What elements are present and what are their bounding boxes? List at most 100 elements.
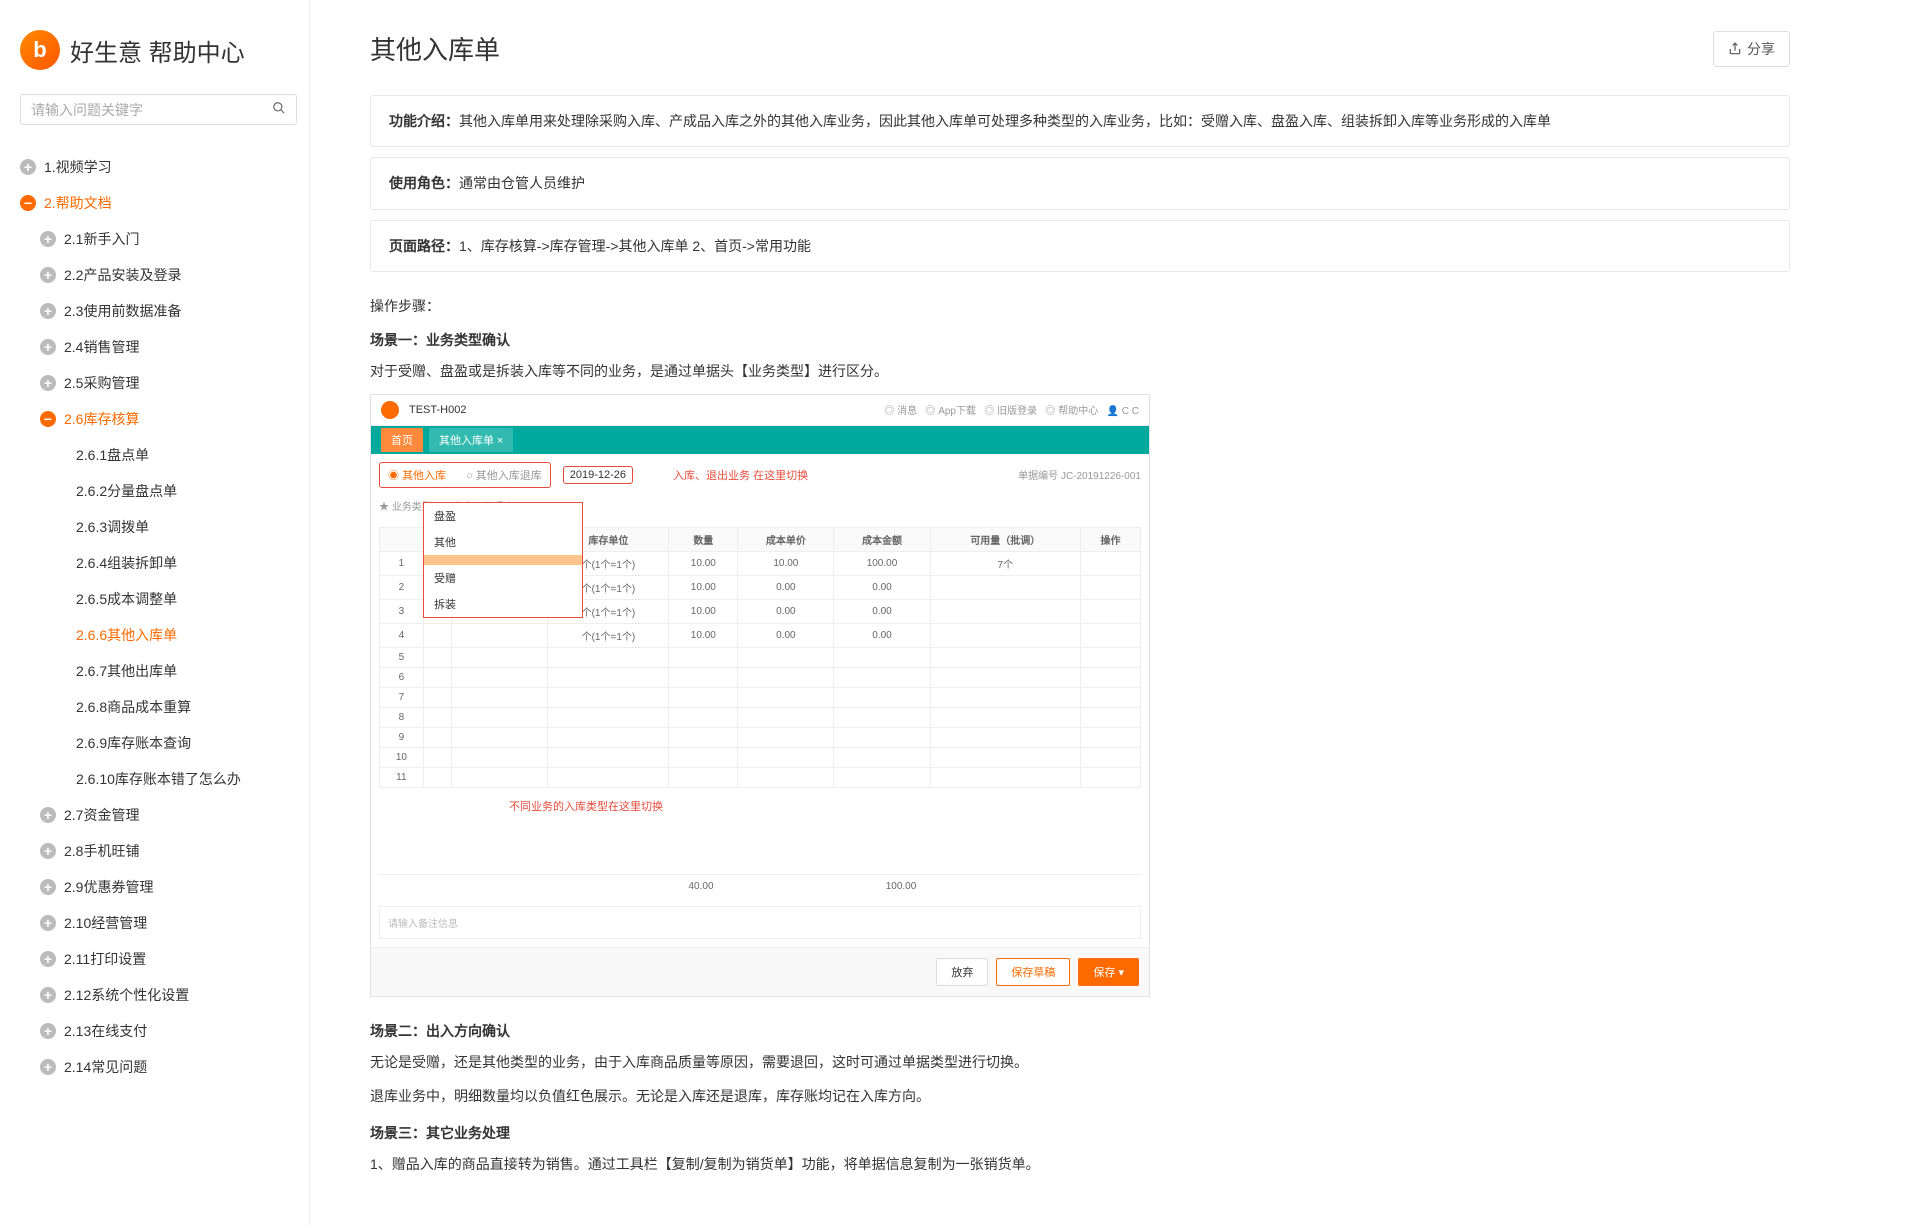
search-box[interactable]: [20, 94, 297, 125]
nav-item-label: 2.6.9库存账本查询: [76, 733, 191, 753]
nav-item-label: 2.6.5成本调整单: [76, 589, 177, 609]
nav-item-label: 2.6.6其他入库单: [76, 625, 177, 645]
nav-item-label: 2.6.7其他出库单: [76, 661, 177, 681]
scenario2-title: 场景二：出入方向确认: [370, 1021, 1790, 1041]
sp-tab-doc: 其他入库单 ×: [429, 428, 513, 452]
nav-item-label: 2.5采购管理: [64, 373, 139, 393]
scenario3-p1: 1、赠品入库的商品直接转为销售。通过工具栏【复制/复制为销货单】功能，将单据信息…: [370, 1153, 1790, 1177]
nav-item-label: 2.6.8商品成本重算: [76, 697, 191, 717]
sp-cancel-button: 放弃: [936, 958, 988, 986]
nav-item-label: 2.6.3调拨单: [76, 517, 149, 537]
scenario2-p1: 无论是受赠，还是其他类型的业务，由于入库商品质量等原因，需要退回，这时可通过单据…: [370, 1051, 1790, 1075]
sp-account: TEST-H002: [409, 404, 466, 416]
nav-item[interactable]: −2.6库存核算: [20, 401, 297, 437]
sp-remark: 请输入备注信息: [379, 906, 1141, 939]
nav-item[interactable]: +2.10经营管理: [20, 905, 297, 941]
nav-item-label: 2.6.2分量盘点单: [76, 481, 177, 501]
expand-icon: +: [20, 159, 36, 175]
nav-item[interactable]: +2.13在线支付: [20, 1013, 297, 1049]
nav-item[interactable]: +2.14常见问题: [20, 1049, 297, 1085]
search-icon[interactable]: [272, 101, 286, 118]
sp-logo-icon: [381, 401, 399, 419]
nav-item[interactable]: +2.1新手入门: [20, 221, 297, 257]
sidebar: b 好生意 帮助中心 +1.视频学习−2.帮助文档+2.1新手入门+2.2产品安…: [0, 0, 310, 1226]
nav-item[interactable]: +1.视频学习: [20, 149, 297, 185]
embedded-screenshot: TEST-H002 ◎ 消息 ◎ App下载 ◎ 旧版登录 ◎ 帮助中心 👤 C…: [370, 394, 1150, 997]
sp-tab-home: 首页: [381, 428, 423, 452]
nav-item-label: 2.9优惠券管理: [64, 877, 153, 897]
scenario3-title: 场景三：其它业务处理: [370, 1123, 1790, 1143]
nav-item-label: 2.12系统个性化设置: [64, 985, 189, 1005]
expand-icon: +: [40, 879, 56, 895]
expand-icon: +: [40, 807, 56, 823]
expand-icon: +: [40, 375, 56, 391]
nav-item[interactable]: +2.2产品安装及登录: [20, 257, 297, 293]
nav-item[interactable]: 2.6.4组装拆卸单: [20, 545, 297, 581]
scenario1-title: 场景一：业务类型确认: [370, 330, 1790, 350]
nav-item-label: 1.视频学习: [44, 157, 112, 177]
nav-item-label: 2.6.10库存账本错了怎么办: [76, 769, 241, 789]
nav-item[interactable]: 2.6.8商品成本重算: [20, 689, 297, 725]
nav-item[interactable]: −2.帮助文档: [20, 185, 297, 221]
nav-item[interactable]: +2.4销售管理: [20, 329, 297, 365]
nav-item[interactable]: 2.6.5成本调整单: [20, 581, 297, 617]
nav-item-label: 2.6.4组装拆卸单: [76, 553, 177, 573]
expand-icon: +: [40, 231, 56, 247]
scenario2-p2: 退库业务中，明细数量均以负值红色展示。无论是入库还是退库，库存账均记在入库方向。: [370, 1085, 1790, 1109]
info-text: 其他入库单用来处理除采购入库、产成品入库之外的其他入库业务，因此其他入库单可处理…: [459, 113, 1551, 129]
nav-item-label: 2.2产品安装及登录: [64, 265, 181, 285]
nav-item-label: 2.13在线支付: [64, 1021, 147, 1041]
site-title: 好生意 帮助中心: [70, 33, 245, 68]
info-text: 1、库存核算->库存管理->其他入库单 2、首页->常用功能: [459, 238, 811, 254]
expand-icon: +: [40, 843, 56, 859]
nav-list: +1.视频学习−2.帮助文档+2.1新手入门+2.2产品安装及登录+2.3使用前…: [20, 149, 297, 1085]
main-content: 其他入库单 分享 功能介绍：其他入库单用来处理除采购入库、产成品入库之外的其他入…: [310, 0, 1830, 1226]
nav-item-label: 2.帮助文档: [44, 193, 112, 213]
expand-icon: +: [40, 951, 56, 967]
nav-item[interactable]: +2.5采购管理: [20, 365, 297, 401]
info-label: 使用角色：: [389, 175, 459, 191]
info-label: 功能介绍：: [389, 113, 459, 129]
nav-item-label: 2.14常见问题: [64, 1057, 147, 1077]
nav-item[interactable]: 2.6.1盘点单: [20, 437, 297, 473]
page-title: 其他入库单: [370, 30, 500, 67]
expand-icon: +: [40, 987, 56, 1003]
sp-type-radio-group: ◉ 其他入库 ○ 其他入库退库: [379, 462, 551, 488]
nav-item[interactable]: +2.8手机旺铺: [20, 833, 297, 869]
info-box: 页面路径：1、库存核算->库存管理->其他入库单 2、首页->常用功能: [370, 220, 1790, 272]
nav-item[interactable]: 2.6.3调拨单: [20, 509, 297, 545]
expand-icon: +: [40, 1023, 56, 1039]
nav-item-label: 2.3使用前数据准备: [64, 301, 181, 321]
nav-item[interactable]: +2.12系统个性化设置: [20, 977, 297, 1013]
expand-icon: +: [40, 339, 56, 355]
nav-item-label: 2.4销售管理: [64, 337, 139, 357]
search-input[interactable]: [31, 102, 272, 118]
expand-icon: +: [40, 915, 56, 931]
share-button[interactable]: 分享: [1713, 31, 1790, 67]
nav-item[interactable]: 2.6.6其他入库单: [20, 617, 297, 653]
nav-item[interactable]: +2.3使用前数据准备: [20, 293, 297, 329]
sp-save-button: 保存 ▾: [1078, 958, 1139, 986]
nav-item-label: 2.8手机旺铺: [64, 841, 139, 861]
nav-item-label: 2.11打印设置: [64, 949, 146, 969]
expand-icon: +: [40, 267, 56, 283]
nav-item[interactable]: 2.6.10库存账本错了怎么办: [20, 761, 297, 797]
sp-dropdown: 盘盈 其他 受赠 拆装: [423, 502, 583, 618]
nav-item[interactable]: +2.9优惠券管理: [20, 869, 297, 905]
nav-item[interactable]: 2.6.9库存账本查询: [20, 725, 297, 761]
collapse-icon: −: [40, 411, 56, 427]
logo-icon: b: [20, 30, 60, 70]
scenario1-text: 对于受赠、盘盈或是拆装入库等不同的业务，是通过单据头【业务类型】进行区分。: [370, 360, 1790, 384]
nav-item[interactable]: 2.6.2分量盘点单: [20, 473, 297, 509]
nav-item[interactable]: 2.6.7其他出库单: [20, 653, 297, 689]
sp-date: 2019-12-26: [563, 466, 633, 484]
page-header: 其他入库单 分享: [370, 30, 1790, 67]
info-box: 使用角色：通常由仓管人员维护: [370, 157, 1790, 209]
logo-area: b 好生意 帮助中心: [20, 30, 297, 70]
sp-annotation1: 入库、退出业务 在这里切换: [673, 467, 808, 483]
collapse-icon: −: [20, 195, 36, 211]
nav-item[interactable]: +2.7资金管理: [20, 797, 297, 833]
nav-item[interactable]: +2.11打印设置: [20, 941, 297, 977]
sp-annotation2: 不同业务的入库类型在这里切换: [509, 798, 1141, 814]
info-box: 功能介绍：其他入库单用来处理除采购入库、产成品入库之外的其他入库业务，因此其他入…: [370, 95, 1790, 147]
